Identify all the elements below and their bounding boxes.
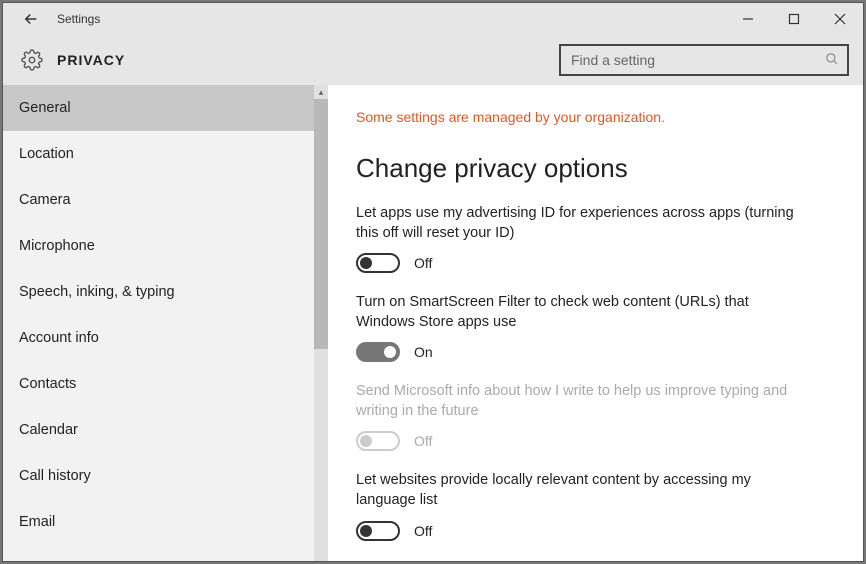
- scroll-thumb[interactable]: [314, 99, 328, 349]
- sidebar-item-location[interactable]: Location: [3, 131, 328, 177]
- settings-list: Let apps use my advertising ID for exper…: [356, 204, 835, 541]
- back-button[interactable]: [11, 3, 51, 35]
- sidebar-item-calendar[interactable]: Calendar: [3, 407, 328, 453]
- sidebar-scrollbar[interactable]: ▴: [314, 85, 328, 561]
- sidebar-item-account-info[interactable]: Account info: [3, 315, 328, 361]
- toggle-knob: [360, 435, 372, 447]
- sidebar-item-microphone[interactable]: Microphone: [3, 223, 328, 269]
- toggle-switch: [356, 431, 400, 451]
- toggle-row: Off: [356, 253, 835, 273]
- toggle-state-label: Off: [414, 433, 432, 449]
- setting-block: Turn on SmartScreen Filter to check web …: [356, 293, 835, 362]
- setting-block: Let apps use my advertising ID for exper…: [356, 204, 835, 273]
- toggle-switch[interactable]: [356, 521, 400, 541]
- gear-icon: [17, 49, 47, 71]
- sidebar-item-label: Camera: [19, 192, 71, 208]
- toggle-switch[interactable]: [356, 342, 400, 362]
- sidebar-item-label: Speech, inking, & typing: [19, 284, 175, 300]
- body: General Location Camera Microphone Speech, i…: [3, 85, 863, 561]
- scroll-up-icon[interactable]: ▴: [314, 85, 328, 99]
- window-title: Settings: [57, 12, 100, 26]
- titlebar: Settings: [3, 3, 863, 35]
- close-button[interactable]: [817, 3, 863, 35]
- toggle-switch[interactable]: [356, 253, 400, 273]
- maximize-button[interactable]: [771, 3, 817, 35]
- sidebar-item-camera[interactable]: Camera: [3, 177, 328, 223]
- toggle-row: On: [356, 342, 835, 362]
- org-notice: Some settings are managed by your organi…: [356, 109, 835, 125]
- setting-description: Let websites provide locally relevant co…: [356, 471, 796, 510]
- sidebar-item-label: Calendar: [19, 422, 78, 438]
- setting-description: Turn on SmartScreen Filter to check web …: [356, 293, 796, 332]
- search-icon: [825, 52, 839, 69]
- setting-block: Send Microsoft info about how I write to…: [356, 382, 835, 451]
- sidebar-item-label: Contacts: [19, 376, 76, 392]
- search-input[interactable]: [569, 51, 825, 69]
- sidebar-item-speech-inking-typing[interactable]: Speech, inking, & typing: [3, 269, 328, 315]
- content-pane: Some settings are managed by your organi…: [328, 85, 863, 561]
- sidebar-item-label: Location: [19, 146, 74, 162]
- toggle-state-label: Off: [414, 255, 432, 271]
- sidebar-item-label: Microphone: [19, 238, 95, 254]
- search-box[interactable]: [559, 44, 849, 76]
- setting-block: Let websites provide locally relevant co…: [356, 471, 835, 540]
- section-heading: Change privacy options: [356, 153, 835, 184]
- toggle-row: Off: [356, 431, 835, 451]
- header-title: PRIVACY: [57, 52, 125, 68]
- sidebar-item-call-history[interactable]: Call history: [3, 453, 328, 499]
- toggle-knob: [384, 346, 396, 358]
- toggle-row: Off: [356, 521, 835, 541]
- header: PRIVACY: [3, 35, 863, 85]
- sidebar-item-label: Call history: [19, 468, 91, 484]
- settings-window: Settings PRIVACY: [2, 2, 864, 562]
- toggle-state-label: On: [414, 344, 433, 360]
- minimize-button[interactable]: [725, 3, 771, 35]
- sidebar-item-label: Email: [19, 514, 55, 530]
- sidebar-item-email[interactable]: Email: [3, 499, 328, 545]
- sidebar: General Location Camera Microphone Speech, i…: [3, 85, 328, 561]
- sidebar-item-label: General: [19, 100, 71, 116]
- toggle-state-label: Off: [414, 523, 432, 539]
- sidebar-item-label: Account info: [19, 330, 99, 346]
- setting-description: Let apps use my advertising ID for exper…: [356, 204, 796, 243]
- sidebar-item-contacts[interactable]: Contacts: [3, 361, 328, 407]
- toggle-knob: [360, 257, 372, 269]
- toggle-knob: [360, 525, 372, 537]
- caption-buttons: [725, 3, 863, 35]
- setting-description: Send Microsoft info about how I write to…: [356, 382, 796, 421]
- sidebar-item-general[interactable]: General: [3, 85, 328, 131]
